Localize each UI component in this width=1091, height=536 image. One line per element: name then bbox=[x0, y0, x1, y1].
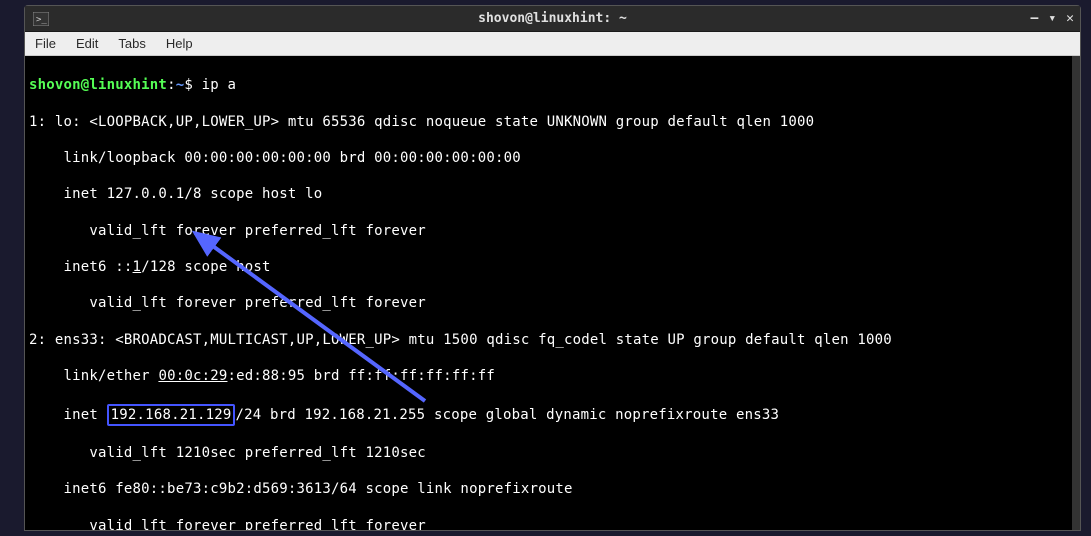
highlighted-ip: 192.168.21.129 bbox=[107, 404, 236, 426]
terminal-window: >_ shovon@linuxhint: ~ — ▾ ✕ File Edit T… bbox=[24, 5, 1081, 531]
menu-help[interactable]: Help bbox=[162, 34, 197, 53]
window-title: shovon@linuxhint: ~ bbox=[478, 11, 627, 26]
terminal-line: link/ether 00:0c:29:ed:88:95 brd ff:ff:f… bbox=[29, 367, 1076, 385]
terminal-line: inet 192.168.21.129/24 brd 192.168.21.25… bbox=[29, 404, 1076, 426]
terminal-line: inet6 ::1/128 scope host bbox=[29, 258, 1076, 276]
prompt-user-host: shovon@linuxhint bbox=[29, 77, 167, 93]
terminal-line: 2: ens33: <BROADCAST,MULTICAST,UP,LOWER_… bbox=[29, 331, 1076, 349]
terminal-line: valid_lft 1210sec preferred_lft 1210sec bbox=[29, 444, 1076, 462]
terminal-line: valid_lft forever preferred_lft forever bbox=[29, 294, 1076, 312]
titlebar[interactable]: >_ shovon@linuxhint: ~ — ▾ ✕ bbox=[25, 6, 1080, 32]
terminal-output[interactable]: shovon@linuxhint:~$ ip a 1: lo: <LOOPBAC… bbox=[25, 56, 1080, 530]
terminal-line: shovon@linuxhint:~$ ip a bbox=[29, 76, 1076, 94]
menubar: File Edit Tabs Help bbox=[25, 32, 1080, 56]
terminal-line: inet 127.0.0.1/8 scope host lo bbox=[29, 185, 1076, 203]
menu-file[interactable]: File bbox=[31, 34, 60, 53]
minimize-button[interactable]: — bbox=[1031, 11, 1039, 26]
close-button[interactable]: ✕ bbox=[1066, 11, 1074, 26]
svg-text:>_: >_ bbox=[36, 15, 47, 25]
scrollbar[interactable] bbox=[1072, 56, 1080, 530]
terminal-line: link/loopback 00:00:00:00:00:00 brd 00:0… bbox=[29, 149, 1076, 167]
terminal-line: valid_lft forever preferred_lft forever bbox=[29, 517, 1076, 530]
maximize-button[interactable]: ▾ bbox=[1048, 11, 1056, 26]
terminal-line: inet6 fe80::be73:c9b2:d569:3613/64 scope… bbox=[29, 480, 1076, 498]
menu-edit[interactable]: Edit bbox=[72, 34, 102, 53]
command-text: ip a bbox=[202, 77, 237, 93]
menu-tabs[interactable]: Tabs bbox=[114, 34, 149, 53]
terminal-line: 1: lo: <LOOPBACK,UP,LOWER_UP> mtu 65536 … bbox=[29, 113, 1076, 131]
terminal-icon: >_ bbox=[33, 12, 49, 26]
window-controls: — ▾ ✕ bbox=[1031, 11, 1074, 26]
terminal-line: valid_lft forever preferred_lft forever bbox=[29, 222, 1076, 240]
